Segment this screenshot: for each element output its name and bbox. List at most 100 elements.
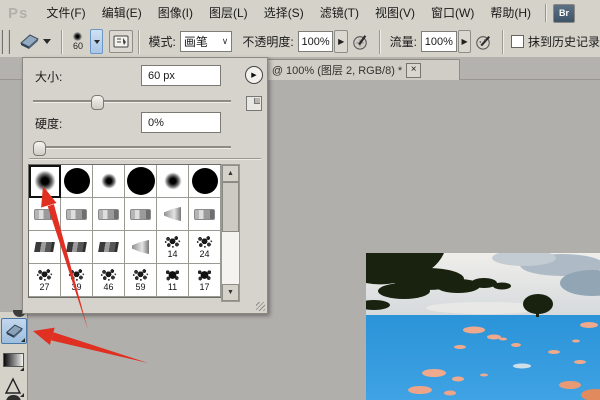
brush-preset-12[interactable] <box>29 231 61 264</box>
separator <box>378 29 381 54</box>
brush-preset-11[interactable] <box>189 198 221 231</box>
close-icon[interactable]: × <box>406 62 422 78</box>
size-input[interactable]: 60 px <box>141 65 221 86</box>
hard-round-brush-icon <box>191 168 218 194</box>
brush-picker-dropdown-button[interactable] <box>89 29 104 54</box>
brush-preset-46[interactable]: 46 <box>93 264 125 297</box>
menu-help[interactable]: 帮助(H) <box>482 1 539 26</box>
brush-preset-10[interactable] <box>157 198 189 231</box>
menu-edit[interactable]: 编辑(E) <box>94 1 150 26</box>
brush-preset-14[interactable] <box>93 231 125 264</box>
brush-preset-13[interactable] <box>61 231 93 264</box>
chevron-down-icon <box>43 39 52 44</box>
brush-preset-number: 14 <box>167 249 178 259</box>
flow-slider-button[interactable]: ▶ <box>457 30 472 53</box>
brush-preset-5[interactable] <box>189 165 221 198</box>
opacity-slider-button[interactable]: ▶ <box>334 30 348 53</box>
brush-preset-number: 39 <box>71 282 82 292</box>
scroll-up-button[interactable]: ▲ <box>222 165 239 182</box>
brush-preset-8[interactable] <box>93 198 125 231</box>
brush-preset-2[interactable] <box>93 165 125 198</box>
menu-separator <box>545 4 548 22</box>
menu-window[interactable]: 窗口(W) <box>423 1 482 26</box>
photoshop-logo: Ps <box>8 4 29 22</box>
brush-preset-6[interactable] <box>29 198 61 231</box>
scrollbar-thumb[interactable] <box>222 182 239 232</box>
menu-view[interactable]: 视图(V) <box>367 1 423 26</box>
spatter-brush-icon <box>132 268 149 282</box>
brush-preset-7[interactable] <box>61 198 93 231</box>
slider-track <box>33 146 231 149</box>
tablet-pressure-opacity-icon[interactable] <box>352 32 370 52</box>
nozzle-light-brush-icon <box>34 208 55 220</box>
mode-select[interactable]: 画笔 ∨ <box>179 31 233 52</box>
launch-bridge-button[interactable]: Br <box>553 3 576 23</box>
soft-round-brush-icon <box>100 173 117 189</box>
separator <box>137 29 140 54</box>
flow-input[interactable]: 100% <box>420 31 457 52</box>
chevron-down-icon: ∨ <box>221 36 229 46</box>
chalk-brush-icon <box>164 268 181 282</box>
brush-preset-59[interactable]: 59 <box>125 264 157 297</box>
hard-round-brush-icon <box>63 168 90 194</box>
size-label: 大小: <box>35 70 63 84</box>
erase-to-history-checkbox[interactable] <box>510 35 524 48</box>
flyout-indicator <box>20 393 24 397</box>
menu-file[interactable]: 文件(F) <box>38 1 93 26</box>
nozzle-dark-brush-icon <box>66 242 87 252</box>
brush-preset-11[interactable]: 11 <box>157 264 189 297</box>
menu-layer[interactable]: 图层(L) <box>201 1 256 26</box>
nozzle-light-brush-icon <box>98 208 119 220</box>
scrollbar[interactable]: ▲ ▼ <box>221 164 240 302</box>
hard-round-brush-icon <box>126 167 155 195</box>
eraser-tool-preset-button[interactable] <box>13 30 56 53</box>
cone-brush-icon <box>132 240 149 254</box>
eraser-icon <box>20 34 40 49</box>
nozzle-light-brush-icon <box>194 208 215 220</box>
brush-preset-39[interactable]: 39 <box>61 264 93 297</box>
chalk-brush-icon <box>196 268 213 282</box>
spatter-brush-icon <box>68 268 85 282</box>
brush-preset-0[interactable] <box>29 165 61 198</box>
gradient-tool-button[interactable] <box>1 348 25 372</box>
brush-preset-9[interactable] <box>125 198 157 231</box>
flyout-indicator <box>20 367 24 371</box>
tool-options-bar: 60 模式: 画笔 ∨ 不透明度: 100% ▶ 流量: 100% ▶ 抹到历史… <box>0 26 600 58</box>
brush-preset-number: 11 <box>167 282 178 292</box>
separator <box>502 29 504 54</box>
brush-preview[interactable]: 60 <box>68 32 88 51</box>
nozzle-dark-brush-icon <box>34 242 55 252</box>
brush-preset-17[interactable]: 17 <box>189 264 221 297</box>
brush-preset-1[interactable] <box>61 165 93 198</box>
create-new-brush-button[interactable] <box>246 96 262 111</box>
scroll-down-button[interactable]: ▼ <box>222 284 239 301</box>
menu-image[interactable]: 图像(I) <box>150 1 201 26</box>
brush-preset-14[interactable]: 14 <box>157 231 189 264</box>
brush-preset-27[interactable]: 27 <box>29 264 61 297</box>
menu-filter[interactable]: 滤镜(T) <box>312 1 367 26</box>
toggle-brush-panel-button[interactable] <box>109 30 133 53</box>
mode-label: 模式: <box>148 35 176 49</box>
panel-resize-grip[interactable] <box>256 302 265 311</box>
airbrush-icon[interactable] <box>475 32 493 52</box>
panel-menu-button[interactable]: ▶ <box>245 66 263 84</box>
chevron-down-icon <box>93 39 100 44</box>
brush-preset-15[interactable] <box>125 231 157 264</box>
brush-preset-panel: 大小: 60 px ▶ 硬度: 0% 14 24 27 39 46 59 11 17 ▲ ▼ <box>22 57 268 314</box>
hardness-input[interactable]: 0% <box>141 112 221 133</box>
size-slider-thumb[interactable] <box>91 95 104 110</box>
photoshop-window: Ps 文件(F) 编辑(E) 图像(I) 图层(L) 选择(S) 滤镜(T) 视… <box>0 0 600 400</box>
brush-preset-3[interactable] <box>125 165 157 198</box>
size-slider[interactable] <box>33 94 231 110</box>
brush-preset-grid: 14 24 27 39 46 59 11 17 <box>28 164 222 298</box>
menu-bar: Ps 文件(F) 编辑(E) 图像(I) 图层(L) 选择(S) 滤镜(T) 视… <box>0 0 600 27</box>
canvas-photo[interactable] <box>366 253 600 400</box>
opacity-input[interactable]: 100% <box>297 31 334 52</box>
document-tab[interactable]: -2 @ 100% (图层 2, RGB/8) * × <box>252 59 460 80</box>
eraser-tool-button[interactable] <box>1 318 27 344</box>
brush-preset-24[interactable]: 24 <box>189 231 221 264</box>
menu-select[interactable]: 选择(S) <box>256 1 312 26</box>
hardness-slider-thumb[interactable] <box>33 141 46 156</box>
brush-preset-4[interactable] <box>157 165 189 198</box>
hardness-slider[interactable] <box>33 140 231 156</box>
